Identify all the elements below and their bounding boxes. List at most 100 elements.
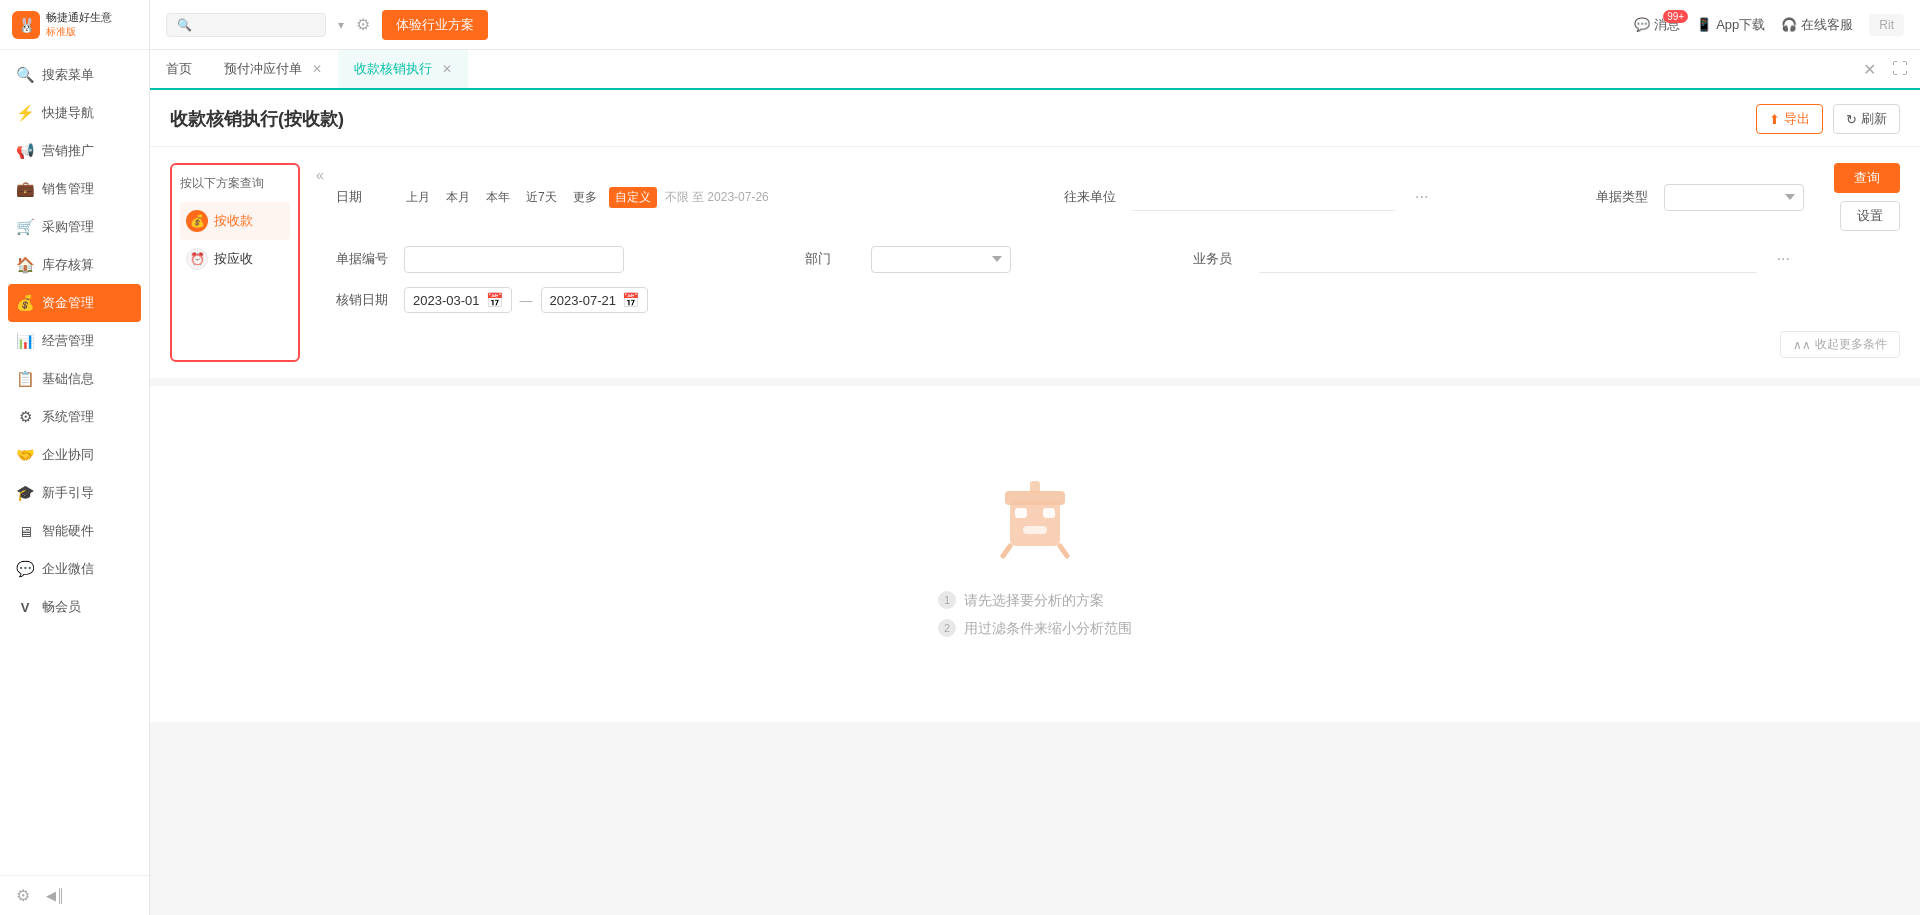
sidebar-item-quicknav[interactable]: ⚡ 快捷导航 <box>0 94 149 132</box>
svg-rect-5 <box>1030 481 1040 493</box>
shortcut-this-year[interactable]: 本年 <box>482 187 514 208</box>
filter-sidebar-collapse[interactable]: « <box>316 163 336 362</box>
sidebar-item-collab[interactable]: 🤝 企业协同 <box>0 436 149 474</box>
topbar-search-icon: 🔍 <box>177 18 192 32</box>
app-download-button[interactable]: 📱 App下载 <box>1696 16 1765 34</box>
date-range-text: 不限 至 2023-07-26 <box>665 189 769 206</box>
sidebar-item-finance[interactable]: 💰 资金管理 <box>8 284 141 322</box>
svg-line-7 <box>1060 546 1067 556</box>
user-avatar[interactable]: Rit <box>1869 14 1904 36</box>
export-button[interactable]: ⬆ 导出 <box>1756 104 1823 134</box>
online-service-icon: 🎧 <box>1781 17 1797 32</box>
shortcut-more[interactable]: 更多 <box>569 187 601 208</box>
verify-date-end-value: 2023-07-21 <box>550 293 617 308</box>
settings-button[interactable]: 设置 <box>1840 201 1900 231</box>
filter-row-2: 单据编号 部门 业务员 ··· <box>336 245 1900 273</box>
hardware-icon: 🖥 <box>16 523 34 540</box>
online-service-button[interactable]: 🎧 在线客服 <box>1781 16 1853 34</box>
tab-fullscreen-icon[interactable]: ⛶ <box>1888 56 1912 82</box>
sidebar-item-basic-info[interactable]: 📋 基础信息 <box>0 360 149 398</box>
empty-tip-row-1: 1 请先选择要分析的方案 <box>938 586 1132 614</box>
filter-scheme-panel: 按以下方案查询 💰 按收款 ⏰ 按应收 <box>170 163 300 362</box>
shortcut-this-month[interactable]: 本月 <box>442 187 474 208</box>
refresh-button[interactable]: ↻ 刷新 <box>1833 104 1900 134</box>
verify-date-start-value: 2023-03-01 <box>413 293 480 308</box>
filter-main-area: 日期 上月 本月 本年 近7天 更多 自定义 不限 至 2023-07-26 往… <box>336 163 1900 362</box>
bill-type-select[interactable] <box>1664 184 1804 211</box>
svg-rect-3 <box>1023 526 1047 534</box>
sidebar-navigation: 🔍 搜索菜单 ⚡ 快捷导航 📢 营销推广 💼 销售管理 🛒 采购管理 🏠 库存核… <box>0 50 149 875</box>
sidebar-item-sales[interactable]: 💼 销售管理 <box>0 170 149 208</box>
sidebar-item-guide[interactable]: 🎓 新手引导 <box>0 474 149 512</box>
tab-receipt-label: 收款核销执行 <box>354 60 432 78</box>
tab-bar: 首页 预付冲应付单 ✕ 收款核销执行 ✕ ✕ ⛶ <box>150 50 1920 90</box>
shortcut-custom[interactable]: 自定义 <box>609 187 657 208</box>
shortcut-last-month[interactable]: 上月 <box>402 187 434 208</box>
shortcut-7days[interactable]: 近7天 <box>522 187 561 208</box>
by-receivable-label: 按应收 <box>214 250 253 268</box>
sidebar-label-inventory: 库存核算 <box>42 256 94 274</box>
guide-icon: 🎓 <box>16 484 34 502</box>
calendar-end-icon: 📅 <box>622 292 639 308</box>
message-badge: 99+ <box>1663 10 1688 23</box>
search-menu-icon: 🔍 <box>16 66 34 84</box>
dept-label: 部门 <box>805 250 855 268</box>
page-title: 收款核销执行(按收款) <box>170 107 344 143</box>
settings-bottom-icon[interactable]: ⚙ <box>16 886 30 905</box>
message-icon: 💬 <box>1634 17 1650 32</box>
sidebar-item-purchase[interactable]: 🛒 采购管理 <box>0 208 149 246</box>
sidebar-item-management[interactable]: 📊 经营管理 <box>0 322 149 360</box>
tab-prepay[interactable]: 预付冲应付单 ✕ <box>208 50 338 90</box>
partner-label: 往来单位 <box>1064 188 1116 206</box>
sidebar-item-system[interactable]: ⚙ 系统管理 <box>0 398 149 436</box>
by-receipt-label: 按收款 <box>214 212 253 230</box>
tab-home-label: 首页 <box>166 60 192 78</box>
staff-more-icon[interactable]: ··· <box>1773 250 1794 268</box>
filter-option-by-receipt[interactable]: 💰 按收款 <box>180 202 290 240</box>
sidebar-label-quicknav: 快捷导航 <box>42 104 94 122</box>
sidebar-item-member[interactable]: V 畅会员 <box>0 588 149 626</box>
inventory-icon: 🏠 <box>16 256 34 274</box>
tab-receipt-verify[interactable]: 收款核销执行 ✕ <box>338 50 468 90</box>
collapse-chevron-icon: ∧∧ <box>1793 338 1811 352</box>
app-edition: 标准版 <box>46 25 112 39</box>
message-button[interactable]: 💬 消息 99+ <box>1634 16 1680 34</box>
topbar-search-box[interactable]: 🔍 <box>166 13 326 37</box>
filter-row-3: 核销日期 2023-03-01 📅 — 2023-07-21 📅 <box>336 287 1900 313</box>
tab-home[interactable]: 首页 <box>150 50 208 90</box>
export-icon: ⬆ <box>1769 112 1780 127</box>
bill-type-label: 单据类型 <box>1596 188 1648 206</box>
tab-prepay-label: 预付冲应付单 <box>224 60 302 78</box>
tip-num-1: 1 <box>938 591 956 609</box>
verify-date-start-field[interactable]: 2023-03-01 📅 <box>404 287 512 313</box>
collapse-more-button[interactable]: ∧∧ 收起更多条件 <box>1780 331 1900 358</box>
online-service-label: 在线客服 <box>1801 16 1853 34</box>
query-button[interactable]: 查询 <box>1834 163 1900 193</box>
verify-date-range: 2023-03-01 📅 — 2023-07-21 📅 <box>404 287 648 313</box>
filter-row-1: 日期 上月 本月 本年 近7天 更多 自定义 不限 至 2023-07-26 往… <box>336 163 1900 231</box>
sidebar-label-finance: 资金管理 <box>42 294 94 312</box>
topbar-dropdown-arrow[interactable]: ▾ <box>338 18 344 32</box>
bill-no-input[interactable] <box>404 246 624 273</box>
sidebar-item-marketing[interactable]: 📢 营销推广 <box>0 132 149 170</box>
topbar-gear-icon[interactable]: ⚙ <box>356 15 370 34</box>
svg-rect-4 <box>1005 491 1065 505</box>
sidebar-item-wechat[interactable]: 💬 企业微信 <box>0 550 149 588</box>
filter-option-by-receivable[interactable]: ⏰ 按应收 <box>180 240 290 278</box>
verify-date-label: 核销日期 <box>336 291 388 309</box>
member-icon: V <box>16 600 34 615</box>
tab-close-all-icon[interactable]: ✕ <box>1859 56 1880 83</box>
collapse-sidebar-icon[interactable]: ◀║ <box>46 888 65 903</box>
tab-receipt-close[interactable]: ✕ <box>442 62 452 76</box>
dept-select[interactable] <box>871 246 1011 273</box>
sidebar-item-hardware[interactable]: 🖥 智能硬件 <box>0 512 149 550</box>
sidebar-item-inventory[interactable]: 🏠 库存核算 <box>0 246 149 284</box>
partner-more-icon[interactable]: ··· <box>1411 188 1432 206</box>
empty-tip-row-2: 2 用过滤条件来缩小分析范围 <box>938 614 1132 642</box>
tab-prepay-close[interactable]: ✕ <box>312 62 322 76</box>
solution-button[interactable]: 体验行业方案 <box>382 10 488 40</box>
sidebar-item-search[interactable]: 🔍 搜索菜单 <box>0 56 149 94</box>
sidebar-label-management: 经营管理 <box>42 332 94 350</box>
verify-date-end-field[interactable]: 2023-07-21 📅 <box>541 287 649 313</box>
marketing-icon: 📢 <box>16 142 34 160</box>
